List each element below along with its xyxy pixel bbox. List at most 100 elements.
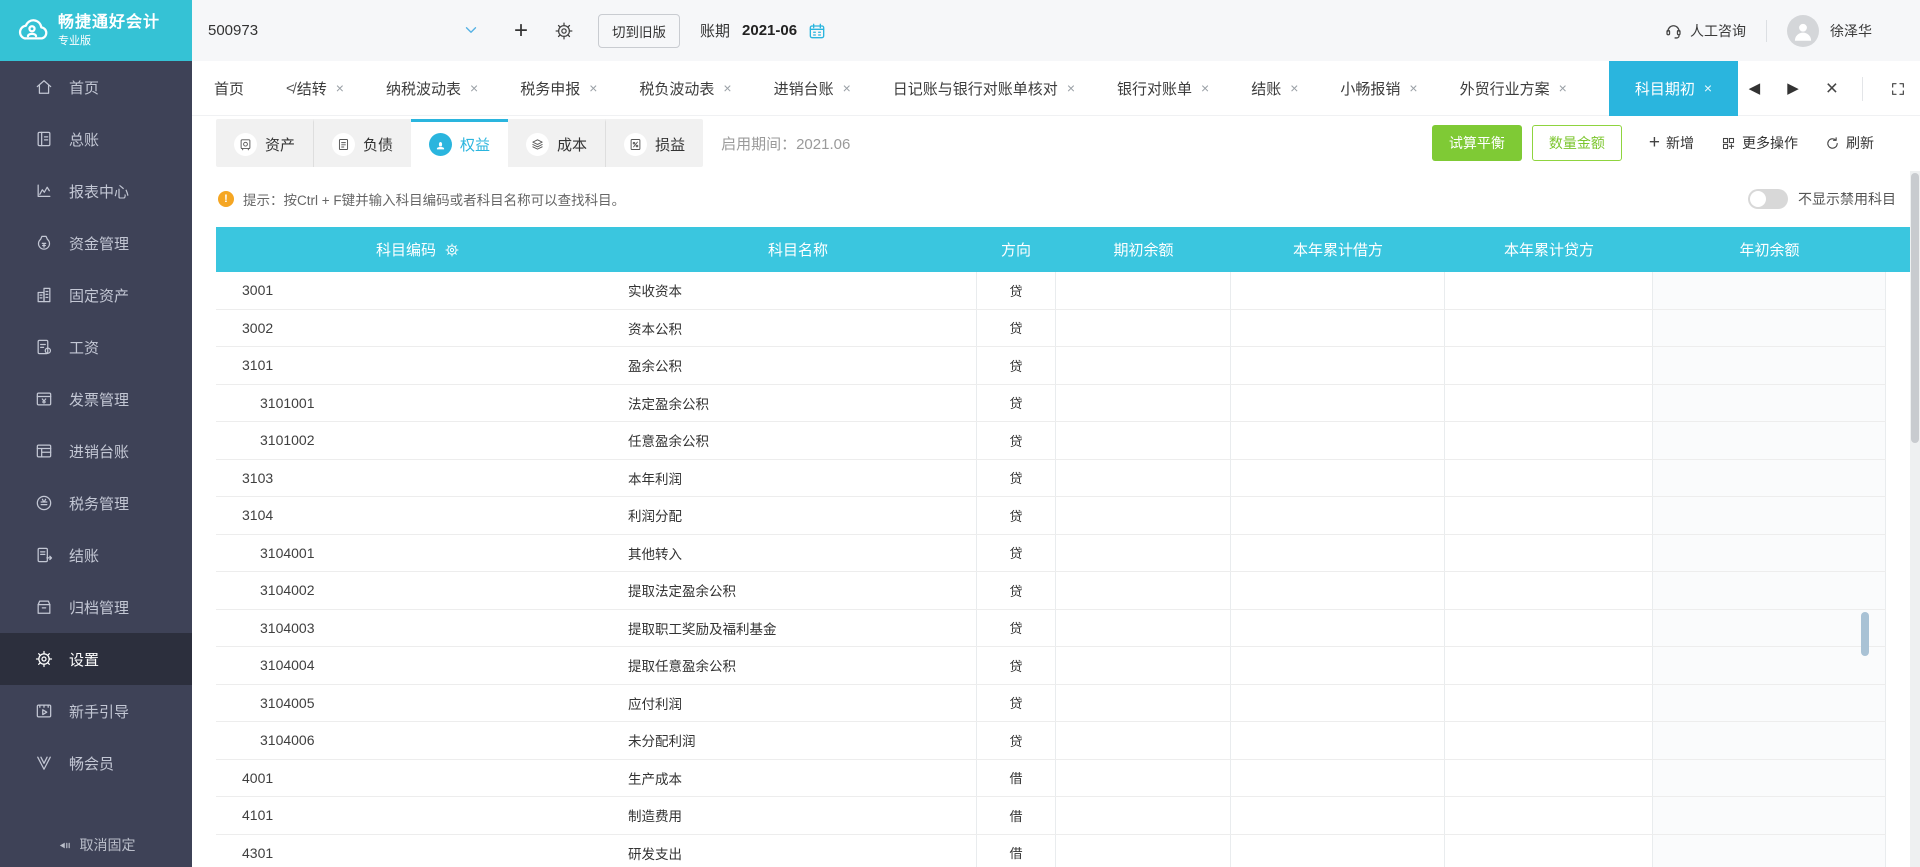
tab-税负波动表[interactable]: 税负波动表 ×: [639, 78, 731, 99]
cell-ytd-credit[interactable]: [1445, 609, 1653, 646]
cell-ytd-credit[interactable]: [1445, 272, 1653, 309]
cell-ytd-credit[interactable]: [1445, 384, 1653, 421]
sidebar-item-结账[interactable]: 结账: [0, 529, 192, 581]
column-header-本年累计贷方[interactable]: 本年累计贷方: [1445, 239, 1653, 260]
tab-close-icon[interactable]: ×: [1559, 80, 1567, 96]
cell-year-start-balance[interactable]: [1653, 759, 1886, 796]
sidebar-item-归档管理[interactable]: 归档管理: [0, 581, 192, 633]
cell-ytd-debit[interactable]: [1231, 609, 1445, 646]
column-header-方向[interactable]: 方向: [976, 239, 1056, 260]
company-selector[interactable]: 500973: [208, 21, 480, 40]
cell-ytd-credit[interactable]: [1445, 497, 1653, 534]
cell-year-start-balance[interactable]: [1653, 534, 1886, 571]
tab-进销台账[interactable]: 进销台账 ×: [774, 78, 851, 99]
cell-opening-balance[interactable]: [1056, 647, 1231, 684]
column-header-科目名称[interactable]: 科目名称: [620, 239, 976, 260]
tab-纳税波动表[interactable]: 纳税波动表 ×: [386, 78, 478, 99]
cell-year-start-balance[interactable]: [1653, 722, 1886, 759]
cell-opening-balance[interactable]: [1056, 572, 1231, 609]
sidebar-item-畅会员[interactable]: 畅会员: [0, 737, 192, 789]
sidebar-item-报表中心[interactable]: 报表中心: [0, 165, 192, 217]
cell-ytd-debit[interactable]: [1231, 684, 1445, 721]
account-row-3104001[interactable]: 3104001 其他转入 贷: [216, 534, 1886, 572]
column-header-年初余额[interactable]: 年初余额: [1653, 239, 1886, 260]
cell-opening-balance[interactable]: [1056, 309, 1231, 346]
sidebar-item-工资[interactable]: 工资: [0, 321, 192, 373]
cell-year-start-balance[interactable]: [1653, 834, 1886, 867]
cell-ytd-debit[interactable]: [1231, 309, 1445, 346]
tab-首页[interactable]: 首页: [214, 78, 244, 99]
cell-opening-balance[interactable]: [1056, 722, 1231, 759]
cell-ytd-debit[interactable]: [1231, 497, 1445, 534]
calendar-icon[interactable]: [807, 21, 827, 41]
tab-close-icon[interactable]: ×: [470, 80, 478, 96]
cell-ytd-debit[interactable]: [1231, 759, 1445, 796]
table-scrollbar-thumb[interactable]: [1861, 612, 1869, 656]
account-row-4301[interactable]: 4301 研发支出 借: [216, 834, 1886, 867]
cell-ytd-debit[interactable]: [1231, 534, 1445, 571]
refresh-button[interactable]: 刷新: [1825, 133, 1874, 153]
account-row-3104003[interactable]: 3104003 提取职工奖励及福利基金 贷: [216, 609, 1886, 647]
cell-ytd-credit[interactable]: [1445, 309, 1653, 346]
account-row-3104006[interactable]: 3104006 未分配利润 贷: [216, 722, 1886, 760]
sidebar-item-固定资产[interactable]: 固定资产: [0, 269, 192, 321]
user-avatar[interactable]: [1787, 14, 1819, 47]
cell-year-start-balance[interactable]: [1653, 459, 1886, 496]
cell-ytd-credit[interactable]: [1445, 572, 1653, 609]
more-actions-button[interactable]: 更多操作: [1721, 133, 1798, 153]
cell-ytd-credit[interactable]: [1445, 722, 1653, 759]
cell-ytd-debit[interactable]: [1231, 572, 1445, 609]
cell-ytd-credit[interactable]: [1445, 684, 1653, 721]
cell-ytd-credit[interactable]: [1445, 647, 1653, 684]
tab-close-icon[interactable]: ×: [723, 80, 731, 96]
tab-close-icon[interactable]: ×: [1704, 80, 1712, 96]
cell-ytd-debit[interactable]: [1231, 347, 1445, 384]
account-row-3103[interactable]: 3103 本年利润 贷: [216, 459, 1886, 497]
cell-opening-balance[interactable]: [1056, 272, 1231, 309]
user-name[interactable]: 徐泽华: [1830, 21, 1872, 41]
page-scrollbar-thumb[interactable]: [1911, 173, 1919, 443]
sidebar-item-税务管理[interactable]: 税务管理: [0, 477, 192, 529]
sidebar-item-设置[interactable]: 设置: [0, 633, 192, 685]
tab-close-icon[interactable]: ×: [1067, 80, 1075, 96]
cell-ytd-debit[interactable]: [1231, 647, 1445, 684]
close-all-tabs-icon[interactable]: ×: [1826, 78, 1838, 99]
cell-opening-balance[interactable]: [1056, 684, 1231, 721]
cell-ytd-debit[interactable]: [1231, 272, 1445, 309]
tab-银行对账单[interactable]: 银行对账单 ×: [1117, 78, 1209, 99]
tab-日记账与银行对账单核对[interactable]: 日记账与银行对账单核对 ×: [893, 78, 1075, 99]
cell-ytd-debit[interactable]: [1231, 384, 1445, 421]
trial-balance-button[interactable]: 试算平衡: [1431, 125, 1522, 161]
tab-结账[interactable]: 结账 ×: [1251, 78, 1298, 99]
account-row-3101[interactable]: 3101 盈余公积 贷: [216, 347, 1886, 385]
tab-scroll-left-icon[interactable]: ◀: [1749, 81, 1761, 96]
cell-opening-balance[interactable]: [1056, 497, 1231, 534]
tab-税务申报[interactable]: 税务申报 ×: [520, 78, 597, 99]
cell-opening-balance[interactable]: [1056, 834, 1231, 867]
cell-ytd-credit[interactable]: [1445, 797, 1653, 834]
account-row-3104004[interactable]: 3104004 提取任意盈余公积 贷: [216, 647, 1886, 685]
account-row-4001[interactable]: 4001 生产成本 借: [216, 759, 1886, 797]
cell-year-start-balance[interactable]: [1653, 422, 1886, 459]
cell-year-start-balance[interactable]: [1653, 384, 1886, 421]
add-button[interactable]: + 新增: [1649, 133, 1694, 153]
support-link[interactable]: 人工咨询: [1664, 21, 1746, 41]
subtab-资产[interactable]: 资产: [216, 119, 313, 167]
cell-ytd-credit[interactable]: [1445, 759, 1653, 796]
sidebar-item-总账[interactable]: 总账: [0, 113, 192, 165]
cell-ytd-debit[interactable]: [1231, 722, 1445, 759]
cell-opening-balance[interactable]: [1056, 422, 1231, 459]
cell-opening-balance[interactable]: [1056, 534, 1231, 571]
cell-ytd-debit[interactable]: [1231, 422, 1445, 459]
cell-opening-balance[interactable]: [1056, 459, 1231, 496]
cell-year-start-balance[interactable]: [1653, 347, 1886, 384]
cell-opening-balance[interactable]: [1056, 609, 1231, 646]
account-row-3101001[interactable]: 3101001 法定盈余公积 贷: [216, 384, 1886, 422]
subtab-负债[interactable]: 负债: [313, 119, 411, 167]
cell-ytd-credit[interactable]: [1445, 834, 1653, 867]
switch-to-old-version-button[interactable]: 切到旧版: [598, 13, 681, 48]
cell-ytd-credit[interactable]: [1445, 347, 1653, 384]
cell-opening-balance[interactable]: [1056, 347, 1231, 384]
cell-year-start-balance[interactable]: [1653, 572, 1886, 609]
account-row-3101002[interactable]: 3101002 任意盈余公积 贷: [216, 422, 1886, 460]
